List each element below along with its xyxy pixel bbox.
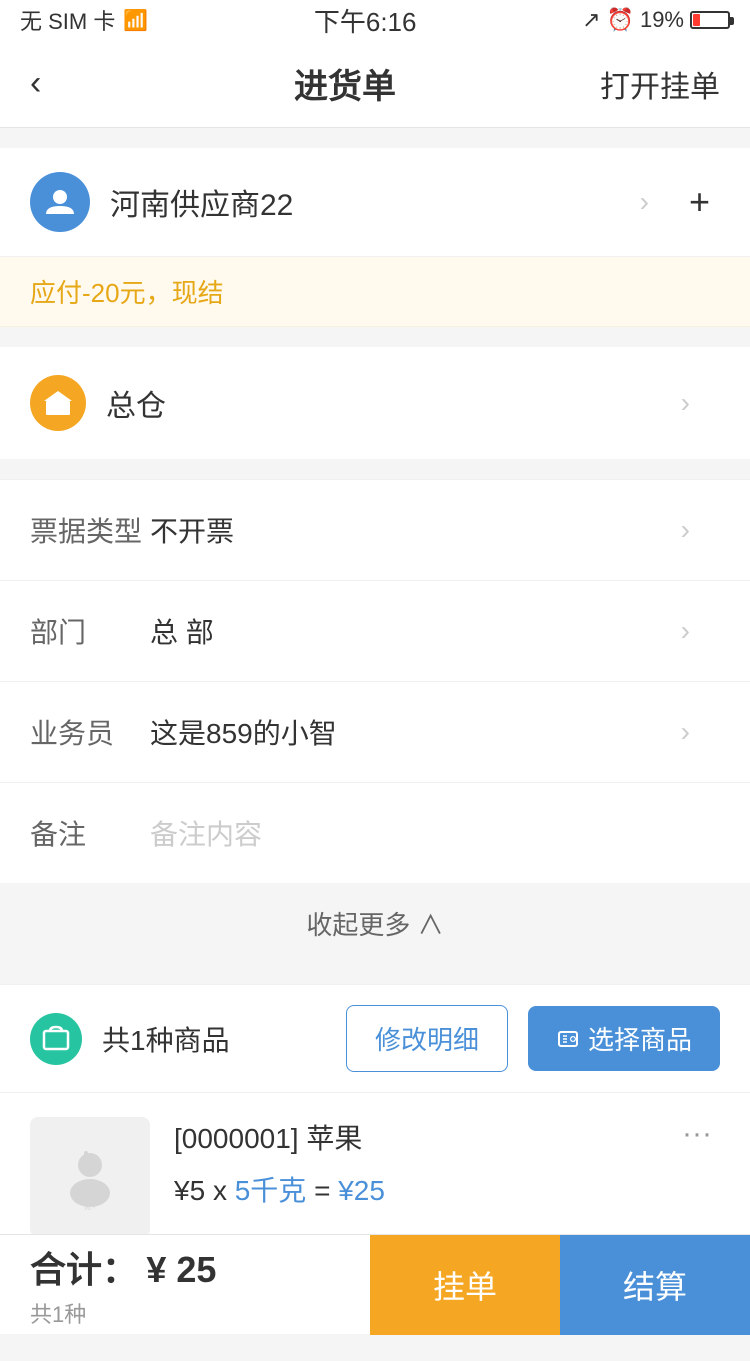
- battery-percentage: 19%: [640, 7, 684, 33]
- salesman-row[interactable]: 业务员 这是859的小智 ›: [0, 681, 750, 782]
- product-more-button[interactable]: ···: [674, 1117, 720, 1151]
- status-right: ↗ ⏰ 19%: [582, 7, 730, 33]
- form-section: 票据类型 不开票 › 部门 总 部 › 业务员 这是859的小智 › 备注 备注…: [0, 479, 750, 883]
- back-button[interactable]: ‹: [30, 64, 90, 103]
- product-total: ¥25: [338, 1175, 385, 1206]
- hang-button[interactable]: 挂单: [370, 1235, 560, 1335]
- equals-icon: =: [314, 1175, 338, 1206]
- products-count: 共1种商品: [102, 1019, 326, 1059]
- product-title: 苹果: [306, 1123, 362, 1154]
- warehouse-icon: [30, 375, 86, 431]
- total-sub: 共1种: [30, 1297, 340, 1329]
- page-title: 进货单: [90, 59, 600, 108]
- collapse-bar[interactable]: 收起更多 ∧: [0, 883, 750, 964]
- products-header: 共1种商品 修改明细 选择商品: [0, 984, 750, 1092]
- bottom-bar: 合计： ¥ 25 共1种 挂单 结算: [0, 1234, 750, 1334]
- product-price: ¥5 x 5千克 = ¥25: [174, 1169, 650, 1209]
- supplier-row[interactable]: 河南供应商22 › +: [0, 148, 750, 257]
- total-label: 合计：: [30, 1249, 138, 1290]
- remark-input[interactable]: 备注内容: [150, 813, 720, 853]
- supplier-chevron-icon: ›: [640, 186, 649, 218]
- status-time: 下午6:16: [314, 2, 417, 39]
- open-hang-button[interactable]: 打开挂单: [600, 62, 720, 106]
- section-gap-1: [0, 128, 750, 148]
- remark-row[interactable]: 备注 备注内容: [0, 782, 750, 883]
- supplier-notice: 应付-20元，现结: [0, 257, 750, 327]
- warehouse-section: 总仓 ›: [0, 347, 750, 459]
- supplier-avatar: [30, 172, 90, 232]
- status-left: 无 SIM 卡 📶: [20, 4, 148, 36]
- select-product-button[interactable]: 选择商品: [528, 1006, 720, 1071]
- supplier-section: 河南供应商22 › + 应付-20元，现结: [0, 148, 750, 327]
- section-gap-2: [0, 327, 750, 347]
- product-info: [0000001] 苹果 ¥5 x 5千克 = ¥25: [174, 1117, 650, 1209]
- svg-text:觉+: 觉+: [84, 1201, 97, 1211]
- nav-bar: ‹ 进货单 打开挂单: [0, 40, 750, 128]
- checkout-button[interactable]: 结算: [560, 1235, 750, 1335]
- battery-icon: [690, 11, 730, 29]
- warehouse-row[interactable]: 总仓 ›: [0, 347, 750, 459]
- wifi-icon: 📶: [123, 8, 148, 33]
- product-unit-price: ¥5: [174, 1175, 205, 1206]
- salesman-label: 业务员: [30, 712, 150, 752]
- product-name: [0000001] 苹果: [174, 1117, 650, 1157]
- total-amount: 合计： ¥ 25: [30, 1241, 340, 1293]
- total-value: ¥ 25: [146, 1249, 216, 1290]
- section-gap-3: [0, 459, 750, 479]
- department-chevron-icon: ›: [681, 615, 690, 647]
- warehouse-name: 总仓: [106, 381, 681, 425]
- salesman-value: 这是859的小智: [150, 712, 681, 752]
- status-bar: 无 SIM 卡 📶 下午6:16 ↗ ⏰ 19%: [0, 0, 750, 40]
- location-icon: ↗: [582, 7, 600, 33]
- add-supplier-button[interactable]: +: [679, 181, 720, 223]
- alarm-icon: ⏰: [607, 7, 634, 33]
- salesman-chevron-icon: ›: [681, 716, 690, 748]
- ticket-type-label: 票据类型: [30, 510, 150, 550]
- department-row[interactable]: 部门 总 部 ›: [0, 580, 750, 681]
- section-gap-4: [0, 964, 750, 984]
- ticket-type-row[interactable]: 票据类型 不开票 ›: [0, 479, 750, 580]
- products-icon: [30, 1013, 82, 1065]
- remark-label: 备注: [30, 813, 150, 853]
- warehouse-chevron-icon: ›: [681, 387, 690, 419]
- ticket-type-chevron-icon: ›: [681, 514, 690, 546]
- select-product-label: 选择商品: [588, 1020, 692, 1057]
- edit-detail-button[interactable]: 修改明细: [346, 1005, 508, 1072]
- department-label: 部门: [30, 611, 150, 651]
- product-id: [0000001]: [174, 1123, 299, 1154]
- total-section: 合计： ¥ 25 共1种: [0, 1241, 370, 1329]
- supplier-name: 河南供应商22: [110, 180, 640, 224]
- multiply-icon: x: [213, 1175, 235, 1206]
- department-value: 总 部: [150, 611, 681, 651]
- ticket-type-value: 不开票: [150, 510, 681, 550]
- carrier-text: 无 SIM 卡: [20, 4, 115, 36]
- product-thumbnail: 觉+: [30, 1117, 150, 1237]
- product-qty: 5千克: [235, 1175, 307, 1206]
